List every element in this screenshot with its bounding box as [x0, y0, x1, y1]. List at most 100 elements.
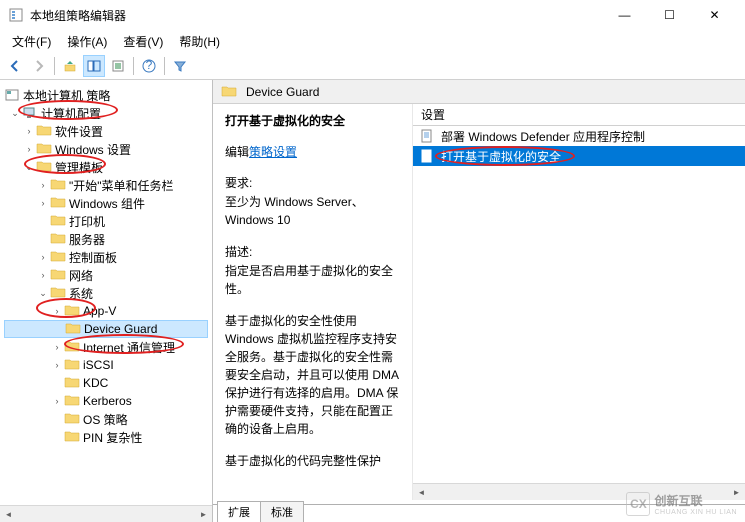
tree-pane: 本地计算机 策略 ⌄ 计算机配置 › 软件设置 › Windows 设: [0, 80, 213, 522]
edit-policy-link[interactable]: 策略设置: [249, 145, 297, 159]
folder-icon: [64, 340, 80, 354]
svg-text:?: ?: [146, 59, 153, 72]
tree-root-node[interactable]: 本地计算机 策略: [4, 86, 208, 104]
folder-icon: [64, 376, 80, 390]
tree-node-kdc[interactable]: KDC: [4, 374, 208, 392]
folder-icon: [64, 304, 80, 318]
settings-column-header[interactable]: 设置: [413, 104, 745, 126]
tree-node-app-v[interactable]: › App-V: [4, 302, 208, 320]
expander-icon[interactable]: ›: [50, 394, 64, 408]
export-list-button[interactable]: [107, 55, 129, 77]
folder-icon: [36, 142, 52, 156]
main-area: 本地计算机 策略 ⌄ 计算机配置 › 软件设置 › Windows 设: [0, 80, 745, 522]
node-label: 控制面板: [69, 249, 117, 266]
node-label: iSCSI: [83, 358, 114, 372]
node-label: Kerberos: [83, 394, 132, 408]
tree-node-admin-templates[interactable]: ⌄ 管理模板: [4, 158, 208, 176]
folder-icon: [50, 268, 66, 282]
content-pane: Device Guard 打开基于虚拟化的安全 编辑策略设置 要求: 至少为 W…: [213, 80, 745, 522]
back-button[interactable]: [4, 55, 26, 77]
expander-icon[interactable]: ›: [36, 178, 50, 192]
folder-icon: [221, 85, 237, 99]
tree-node-iscsi[interactable]: › iSCSI: [4, 356, 208, 374]
expander-icon[interactable]: ›: [36, 250, 50, 264]
expander-icon[interactable]: ›: [50, 358, 64, 372]
expander-icon[interactable]: ›: [22, 124, 36, 138]
node-label: 计算机配置: [41, 105, 101, 122]
folder-icon: [50, 232, 66, 246]
help-button[interactable]: ?: [138, 55, 160, 77]
menu-help[interactable]: 帮助(H): [171, 31, 228, 52]
requirements-label: 要求:: [225, 174, 400, 191]
folder-icon: [64, 394, 80, 408]
show-hide-tree-button[interactable]: [83, 55, 105, 77]
expander-icon[interactable]: ⌄: [8, 106, 22, 120]
app-icon: [8, 7, 24, 23]
tree-node-kerberos[interactable]: › Kerberos: [4, 392, 208, 410]
setting-label: 部署 Windows Defender 应用程序控制: [441, 128, 645, 145]
tree-scrollbar-horizontal[interactable]: ◄►: [0, 505, 212, 522]
tree-node-windows-settings[interactable]: › Windows 设置: [4, 140, 208, 158]
node-label: Windows 设置: [55, 141, 131, 158]
watermark: CX 创新互联 CHUANG XIN HU LIAN: [626, 492, 737, 516]
node-label: App-V: [83, 304, 116, 318]
up-button[interactable]: [59, 55, 81, 77]
tree-node-software[interactable]: › 软件设置: [4, 122, 208, 140]
tree-node-printers[interactable]: 打印机: [4, 212, 208, 230]
requirements-text: 至少为 Windows Server、Windows 10: [225, 193, 400, 229]
tree-node-control-panel[interactable]: › 控制面板: [4, 248, 208, 266]
window-title: 本地组策略编辑器: [30, 7, 602, 24]
tree-node-computer-config[interactable]: ⌄ 计算机配置: [4, 104, 208, 122]
title-bar: 本地组策略编辑器 — ☐ ✕: [0, 0, 745, 30]
expander-icon[interactable]: ›: [50, 304, 64, 318]
node-label: Internet 通信管理: [83, 339, 175, 356]
maximize-button[interactable]: ☐: [647, 0, 692, 30]
folder-icon: [50, 178, 66, 192]
setting-label: 打开基于虚拟化的安全: [441, 148, 561, 165]
tree-node-device-guard[interactable]: Device Guard: [4, 320, 208, 338]
tree-node-pin[interactable]: PIN 复杂性: [4, 428, 208, 446]
folder-icon: [50, 286, 66, 300]
tab-standard[interactable]: 标准: [260, 501, 304, 522]
settings-list: 设置 部署 Windows Defender 应用程序控制 打开基于虚拟化的安全…: [413, 104, 745, 500]
filter-button[interactable]: [169, 55, 191, 77]
edit-label: 编辑: [225, 145, 249, 159]
tree-node-start-taskbar[interactable]: › "开始"菜单和任务栏: [4, 176, 208, 194]
node-label: 系统: [69, 285, 93, 302]
node-label: KDC: [83, 376, 108, 390]
node-label: 软件设置: [55, 123, 103, 140]
node-label: 服务器: [69, 231, 105, 248]
forward-button[interactable]: [28, 55, 50, 77]
expander-icon[interactable]: ⌄: [22, 160, 36, 174]
menu-view[interactable]: 查看(V): [115, 31, 171, 52]
folder-icon: [36, 160, 52, 174]
tree-node-system[interactable]: ⌄ 系统: [4, 284, 208, 302]
node-label: Device Guard: [84, 322, 157, 336]
expander-icon[interactable]: ›: [36, 196, 50, 210]
tree-node-servers[interactable]: 服务器: [4, 230, 208, 248]
menu-bar: 文件(F) 操作(A) 查看(V) 帮助(H): [0, 30, 745, 52]
tree-node-os-policy[interactable]: OS 策略: [4, 410, 208, 428]
setting-row-vbs[interactable]: 打开基于虚拟化的安全: [413, 146, 745, 166]
folder-icon: [64, 430, 80, 444]
menu-action[interactable]: 操作(A): [59, 31, 115, 52]
node-label: 打印机: [69, 213, 105, 230]
node-label: "开始"菜单和任务栏: [69, 177, 174, 194]
expander-icon[interactable]: ›: [36, 268, 50, 282]
node-label: 网络: [69, 267, 93, 284]
expander-icon[interactable]: ›: [50, 340, 64, 354]
folder-icon: [50, 214, 66, 228]
close-button[interactable]: ✕: [692, 0, 737, 30]
tree-node-network[interactable]: › 网络: [4, 266, 208, 284]
tree-node-internet-comm[interactable]: › Internet 通信管理: [4, 338, 208, 356]
tree-node-win-components[interactable]: › Windows 组件: [4, 194, 208, 212]
menu-file[interactable]: 文件(F): [4, 31, 59, 52]
content-header: Device Guard: [213, 80, 745, 104]
expander-icon[interactable]: ›: [22, 142, 36, 156]
node-label: Windows 组件: [69, 195, 145, 212]
tree-root-label: 本地计算机 策略: [23, 87, 110, 104]
setting-row-defender[interactable]: 部署 Windows Defender 应用程序控制: [413, 126, 745, 146]
tab-extended[interactable]: 扩展: [217, 501, 261, 522]
expander-icon[interactable]: ⌄: [36, 286, 50, 300]
minimize-button[interactable]: —: [602, 0, 647, 30]
